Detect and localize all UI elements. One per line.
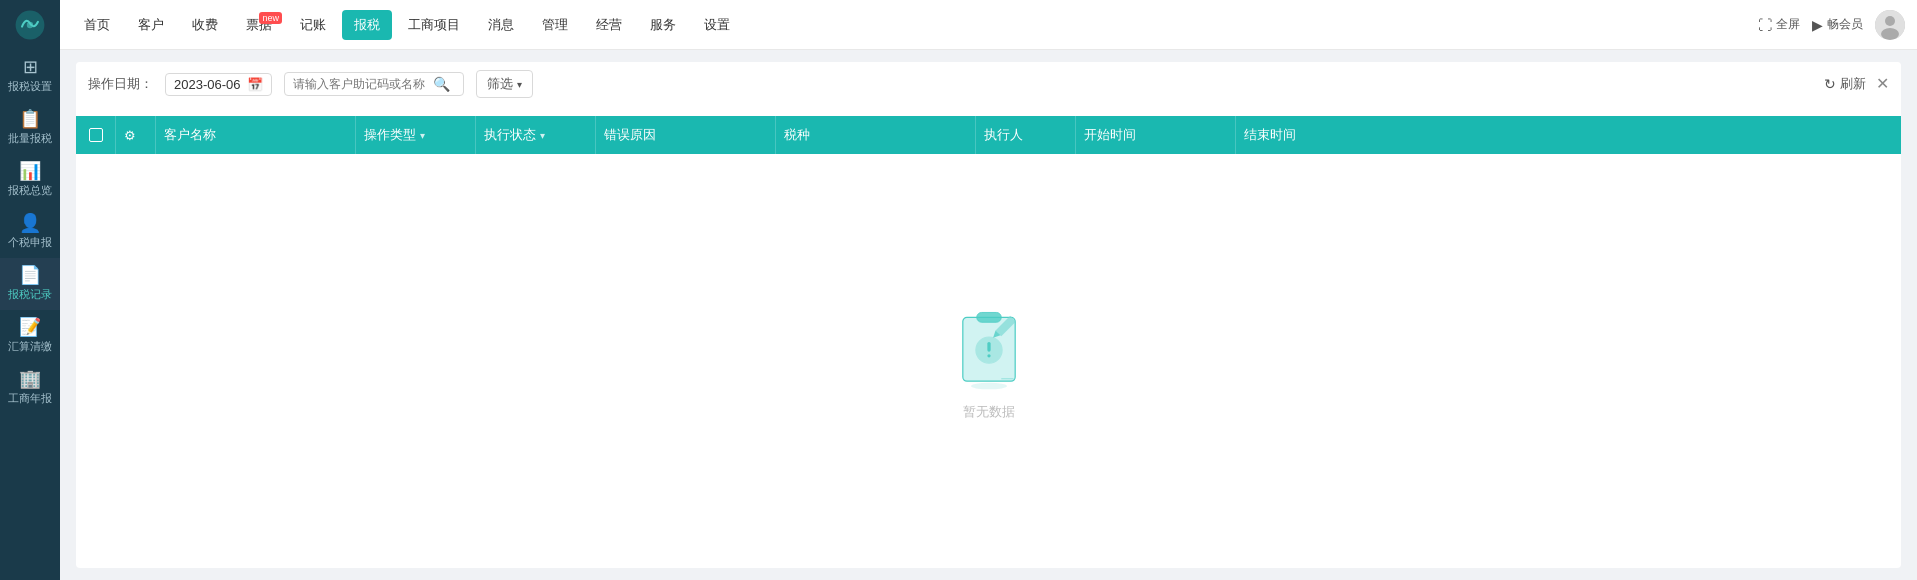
th-checkbox[interactable] [76, 116, 116, 154]
date-picker[interactable]: 2023-06-06 📅 [165, 73, 272, 96]
member-button[interactable]: ▶ 畅会员 [1812, 16, 1863, 33]
sidebar-item-baoshui-jilu[interactable]: 📄 报税记录 [0, 258, 60, 310]
nav-baoshui[interactable]: 报税 [342, 10, 392, 40]
close-button[interactable]: ✕ [1876, 76, 1889, 92]
nav-gongshang[interactable]: 工商项目 [396, 10, 472, 40]
sidebar-item-gongshang-nianbao[interactable]: 🏢 工商年报 [0, 362, 60, 414]
member-icon: ▶ [1812, 17, 1823, 33]
fullscreen-icon: ⛶ [1758, 17, 1772, 33]
empty-text: 暂无数据 [963, 403, 1015, 421]
th-customer-name: 客户名称 [156, 116, 356, 154]
svg-rect-7 [976, 312, 1001, 322]
content-area: 操作日期： 2023-06-06 📅 🔍 筛选 ▾ ↻ 刷新 [60, 50, 1917, 580]
date-label: 操作日期： [88, 75, 153, 93]
toolbar-right: ↻ 刷新 ✕ [1824, 75, 1889, 93]
geshuishenqing-icon: 👤 [19, 214, 41, 232]
main-container: 首页 客户 收费 票据 new 记账 报税 工商项目 消息 管理 经营 服务 设… [60, 0, 1917, 580]
th-error-reason: 错误原因 [596, 116, 776, 154]
toolbar: 操作日期： 2023-06-06 📅 🔍 筛选 ▾ ↻ 刷新 [76, 62, 1901, 106]
select-all-checkbox[interactable] [89, 128, 103, 142]
refresh-button[interactable]: ↻ 刷新 [1824, 75, 1866, 93]
filter-button[interactable]: 筛选 ▾ [476, 70, 533, 98]
piliang-baoshui-icon: 📋 [19, 110, 41, 128]
date-value: 2023-06-06 [174, 77, 241, 92]
baoshui-jilu-icon: 📄 [19, 266, 41, 284]
calendar-icon: 📅 [247, 77, 263, 92]
navbar-right: ⛶ 全屏 ▶ 畅会员 [1758, 10, 1905, 40]
piaoju-badge: new [259, 12, 282, 25]
th-executor: 执行人 [976, 116, 1076, 154]
sidebar-item-piliang-baoshui[interactable]: 📋 批量报税 [0, 102, 60, 154]
huisuan-jiaona-icon: 📝 [19, 318, 41, 336]
refresh-icon: ↻ [1824, 76, 1836, 92]
sidebar-item-huisuan-jiaona[interactable]: 📝 汇算清缴 [0, 310, 60, 362]
baoshui-zongjian-icon: 📊 [19, 162, 41, 180]
sidebar: ⊞ 报税设置 📋 批量报税 📊 报税总览 👤 个税申报 📄 报税记录 📝 汇算清… [0, 0, 60, 580]
search-box: 🔍 [284, 72, 464, 96]
search-input[interactable] [293, 77, 433, 91]
th-exec-status[interactable]: 执行状态 ▾ [476, 116, 596, 154]
nav-shoufei[interactable]: 收费 [180, 10, 230, 40]
table-body-empty: 暂无数据 [76, 154, 1901, 568]
th-operation-type[interactable]: 操作类型 ▾ [356, 116, 476, 154]
navbar: 首页 客户 收费 票据 new 记账 报税 工商项目 消息 管理 经营 服务 设… [60, 0, 1917, 50]
nav-jingying[interactable]: 经营 [584, 10, 634, 40]
table-panel: 操作日期： 2023-06-06 📅 🔍 筛选 ▾ ↻ 刷新 [76, 62, 1901, 568]
nav-jizhang[interactable]: 记账 [288, 10, 338, 40]
nav-piaoju[interactable]: 票据 new [234, 10, 284, 40]
svg-point-13 [971, 383, 1007, 390]
chevron-down-icon: ▾ [517, 79, 522, 90]
search-icon: 🔍 [433, 76, 450, 92]
nav-guanli[interactable]: 管理 [530, 10, 580, 40]
fullscreen-button[interactable]: ⛶ 全屏 [1758, 16, 1800, 33]
user-avatar[interactable] [1875, 10, 1905, 40]
sort-icon-operation-type: ▾ [420, 130, 425, 141]
baoshui-shezhi-icon: ⊞ [23, 58, 38, 76]
svg-point-4 [1881, 28, 1899, 40]
nav-home[interactable]: 首页 [72, 10, 122, 40]
table-header: ⚙ 客户名称 操作类型 ▾ 执行状态 ▾ 错误原因 税种 [76, 116, 1901, 154]
settings-icon: ⚙ [124, 128, 136, 143]
th-settings[interactable]: ⚙ [116, 116, 156, 154]
nav-shezhi[interactable]: 设置 [692, 10, 742, 40]
nav-customer[interactable]: 客户 [126, 10, 176, 40]
nav-fuwu[interactable]: 服务 [638, 10, 688, 40]
th-end-time: 结束时间 [1236, 116, 1356, 154]
empty-state-illustration [944, 301, 1034, 391]
svg-point-1 [27, 22, 33, 28]
app-logo [0, 0, 60, 50]
sidebar-item-baoshui-shezhi[interactable]: ⊞ 报税设置 [0, 50, 60, 102]
th-tax-type: 税种 [776, 116, 976, 154]
filter-label: 筛选 [487, 75, 513, 93]
gongshang-nianbao-icon: 🏢 [19, 370, 41, 388]
svg-point-11 [987, 354, 990, 357]
svg-rect-10 [987, 342, 990, 352]
svg-point-3 [1885, 16, 1895, 26]
nav-xiaoxi[interactable]: 消息 [476, 10, 526, 40]
sidebar-item-baoshui-zongjian[interactable]: 📊 报税总览 [0, 154, 60, 206]
sort-icon-exec-status: ▾ [540, 130, 545, 141]
th-start-time: 开始时间 [1076, 116, 1236, 154]
sidebar-item-geshuishenqing[interactable]: 👤 个税申报 [0, 206, 60, 258]
